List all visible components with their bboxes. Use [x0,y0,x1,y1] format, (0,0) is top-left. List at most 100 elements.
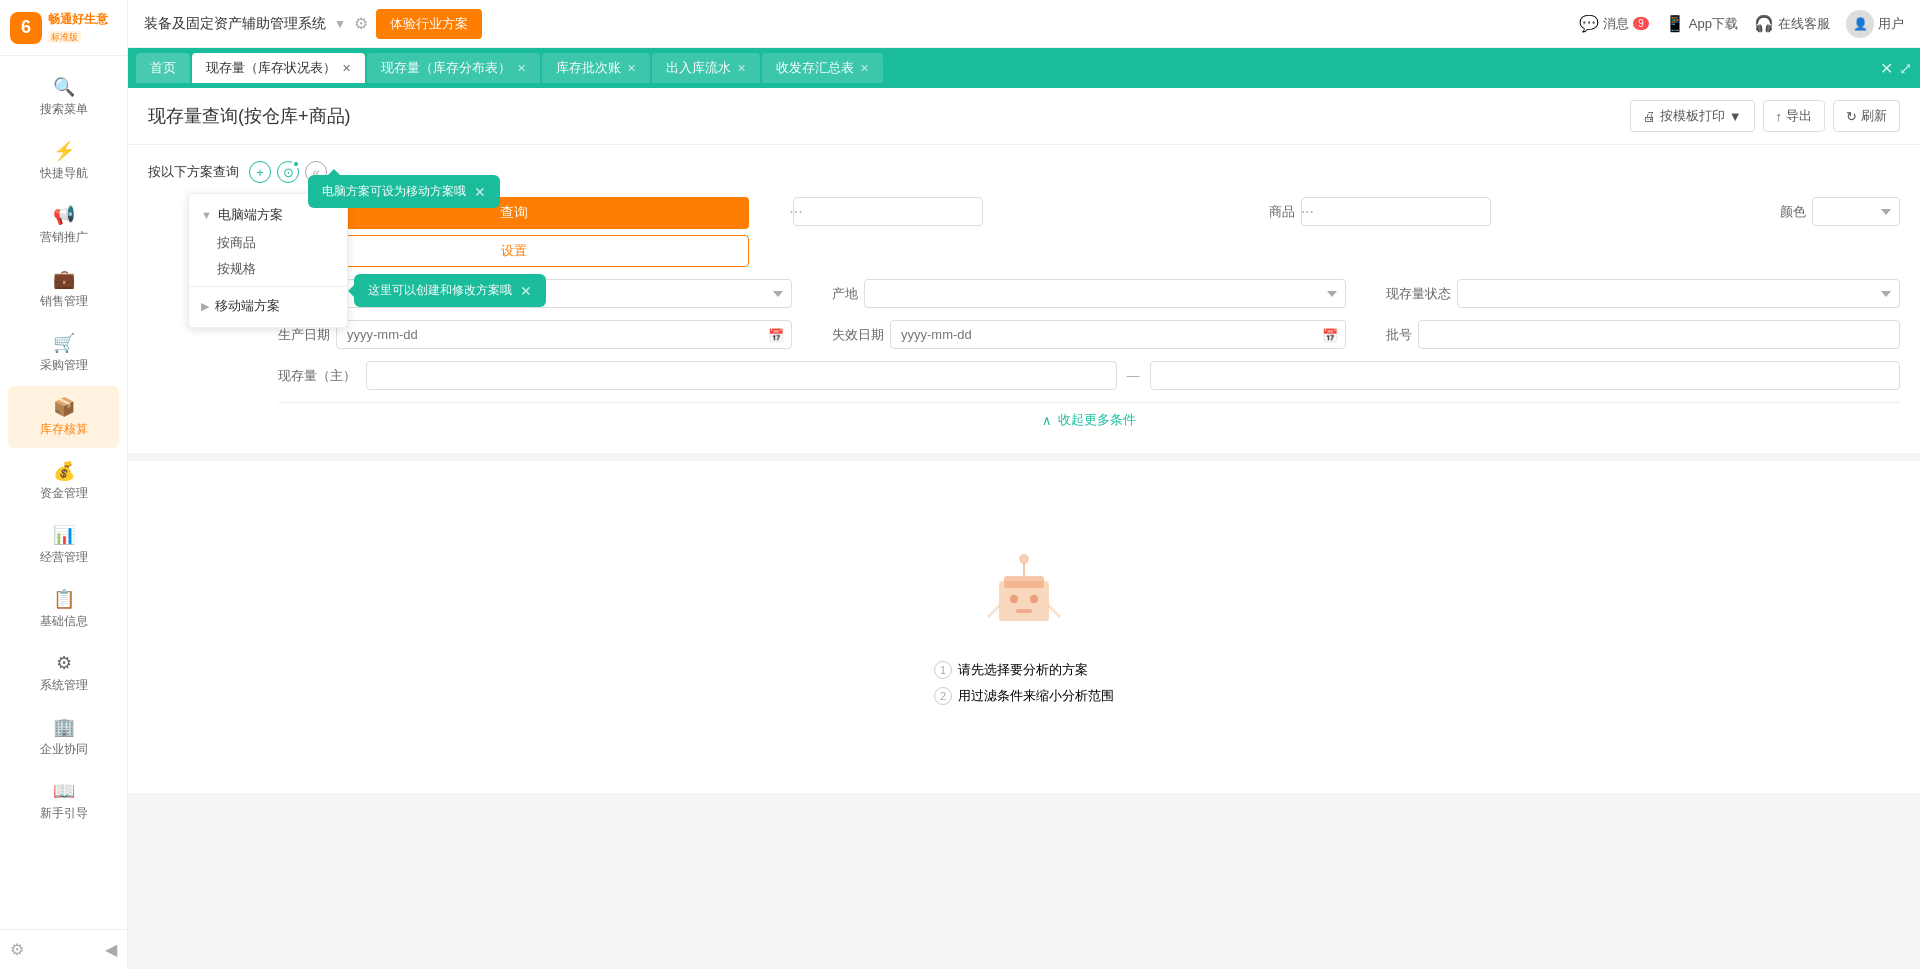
stock-status-select[interactable] [1457,279,1900,308]
scheme-section-mobile[interactable]: ▶ 移动端方案 [189,291,347,321]
goods-dots[interactable]: ··· [1301,203,1772,221]
export-icon: ↑ [1776,109,1783,124]
origin-select[interactable] [864,279,1346,308]
print-label: 按模板打印 [1660,107,1725,125]
add-scheme-btn[interactable]: + [249,161,271,183]
tab-inout[interactable]: 出入库流水 ✕ [652,53,760,83]
refresh-btn[interactable]: ↻ 刷新 [1833,100,1900,132]
main-area: 装备及固定资产辅助管理系统 ▼ ⚙ 体验行业方案 💬 消息 9 📱 App下载 … [128,0,1920,969]
tab-batch-close[interactable]: ✕ [627,62,636,75]
header-settings-icon[interactable]: ⚙ [354,14,368,33]
color-select[interactable] [1812,197,1900,226]
expiry-date-calendar-icon[interactable]: 📅 [1322,327,1338,342]
tab-close-all-icon[interactable]: ✕ [1880,59,1893,78]
tab-inventory-dist[interactable]: 现存量（库存分布表） ✕ [367,53,540,83]
stock-status-field: 现存量状态 [1386,279,1900,308]
sidebar-item-inventory[interactable]: 📦 库存核算 [8,386,119,448]
tab-bar-actions: ✕ ⤢ [1880,59,1912,78]
print-icon: 🖨 [1643,109,1656,124]
support-icon: 🎧 [1754,14,1774,33]
batch-field: 批号 [1386,320,1900,349]
tab-home[interactable]: 首页 [136,53,190,83]
prod-date-input[interactable] [336,320,792,349]
message-badge: 9 [1633,17,1649,30]
svg-point-2 [1010,595,1018,603]
sidebar-label-enterprise: 企业协同 [40,741,88,758]
sidebar-label-sales: 销售管理 [40,293,88,310]
guide-icon: 📖 [53,780,75,802]
support-action[interactable]: 🎧 在线客服 [1754,14,1830,33]
user-label: 用户 [1878,15,1904,33]
batch-label: 批号 [1386,326,1412,344]
tooltip-scheme-create-close[interactable]: ✕ [520,283,532,299]
tab-inventory-status-close[interactable]: ✕ [342,62,351,75]
warehouse-dots[interactable]: ··· [789,203,1260,221]
step-1-num: 1 [934,661,952,679]
header-right: 💬 消息 9 📱 App下载 🎧 在线客服 👤 用户 [1579,10,1904,38]
scheme-item-spec[interactable]: 按规格 [189,256,347,282]
header-left: 装备及固定资产辅助管理系统 ▼ ⚙ 体验行业方案 [144,9,482,39]
sidebar-item-purchase[interactable]: 🛒 采购管理 [8,322,119,384]
tab-fullscreen-icon[interactable]: ⤢ [1899,59,1912,78]
app-action[interactable]: 📱 App下载 [1665,14,1738,33]
export-btn[interactable]: ↑ 导出 [1763,100,1826,132]
reset-btn[interactable]: 设置 [278,235,749,267]
filter-area: 按以下方案查询 + ⊙ « 电脑方案可设为移动方案哦 ✕ [128,145,1920,453]
support-label: 在线客服 [1778,15,1830,33]
sidebar-item-system[interactable]: ⚙ 系统管理 [8,642,119,704]
edit-scheme-btn[interactable]: ⊙ [277,161,299,183]
collapse-sidebar-icon[interactable]: ◀ [105,940,117,959]
industry-btn[interactable]: 体验行业方案 [376,9,482,39]
message-action[interactable]: 💬 消息 9 [1579,14,1649,33]
tab-collection[interactable]: 收发存汇总表 ✕ [762,53,883,83]
sidebar-item-finance[interactable]: 💰 资金管理 [8,450,119,512]
sidebar-item-operations[interactable]: 📊 经营管理 [8,514,119,576]
scheme-item-goods[interactable]: 按商品 [189,230,347,256]
sidebar: 6 畅通好生意 标准版 🔍 搜索菜单 ⚡ 快捷导航 📢 营销推广 💼 销售管理 … [0,0,128,969]
page-actions: 🖨 按模板打印 ▼ ↑ 导出 ↻ 刷新 [1630,100,1900,132]
empty-steps: 1 请先选择要分析的方案 2 用过滤条件来缩小分析范围 [934,661,1114,713]
tab-inventory-dist-close[interactable]: ✕ [517,62,526,75]
settings-bottom-icon[interactable]: ⚙ [10,940,24,959]
system-icon: ⚙ [56,652,72,674]
batch-input[interactable] [1418,320,1900,349]
sidebar-label-basic: 基础信息 [40,613,88,630]
tab-batch-label: 库存批次账 [556,59,621,77]
tab-inout-close[interactable]: ✕ [737,62,746,75]
tab-collection-close[interactable]: ✕ [860,62,869,75]
empty-step-1: 1 请先选择要分析的方案 [934,661,1114,679]
tab-batch[interactable]: 库存批次账 ✕ [542,53,650,83]
stock-status-label: 现存量状态 [1386,285,1451,303]
scheme-dropdown: ▼ 电脑端方案 按商品 按规格 ▶ 移动端方案 这里可以创建和修改方案哦 ✕ [188,193,348,328]
tab-inout-label: 出入库流水 [666,59,731,77]
user-action[interactable]: 👤 用户 [1846,10,1904,38]
sidebar-item-basic[interactable]: 📋 基础信息 [8,578,119,640]
expiry-date-input[interactable] [890,320,1346,349]
tooltip-scheme-mobile-close[interactable]: ✕ [474,184,486,200]
stock-main-end[interactable] [1150,361,1901,390]
prod-date-calendar-icon[interactable]: 📅 [768,327,784,342]
scheme-section-pc-label: 电脑端方案 [218,206,283,224]
color-field: 颜色 [1780,197,1900,226]
step-1-text: 请先选择要分析的方案 [958,661,1088,679]
system-name: 装备及固定资产辅助管理系统 [144,15,326,33]
sidebar-item-search[interactable]: 🔍 搜索菜单 [8,66,119,128]
sidebar-item-enterprise[interactable]: 🏢 企业协同 [8,706,119,768]
page-header: 现存量查询(按仓库+商品) 🖨 按模板打印 ▼ ↑ 导出 ↻ 刷新 [128,88,1920,145]
sidebar-item-marketing[interactable]: 📢 营销推广 [8,194,119,256]
stock-main-start[interactable] [366,361,1117,390]
origin-label: 产地 [832,285,858,303]
prod-date-field: 生产日期 📅 [278,320,792,349]
step-2-text: 用过滤条件来缩小分析范围 [958,687,1114,705]
sidebar-item-guide[interactable]: 📖 新手引导 [8,770,119,832]
tab-inventory-status[interactable]: 现存量（库存状况表） ✕ [192,53,365,83]
finance-icon: 💰 [53,460,75,482]
filter-row-4: 现存量（主） — [278,361,1900,390]
sidebar-item-sales[interactable]: 💼 销售管理 [8,258,119,320]
print-btn[interactable]: 🖨 按模板打印 ▼ [1630,100,1755,132]
collapse-btn[interactable]: ∧ 收起更多条件 [278,402,1900,437]
filter-fields: ··· 商品 ··· 颜色 查询 设置 [278,197,1900,437]
system-dropdown-icon[interactable]: ▼ [334,17,346,31]
sidebar-item-quick[interactable]: ⚡ 快捷导航 [8,130,119,192]
print-dropdown-icon: ▼ [1729,109,1742,124]
